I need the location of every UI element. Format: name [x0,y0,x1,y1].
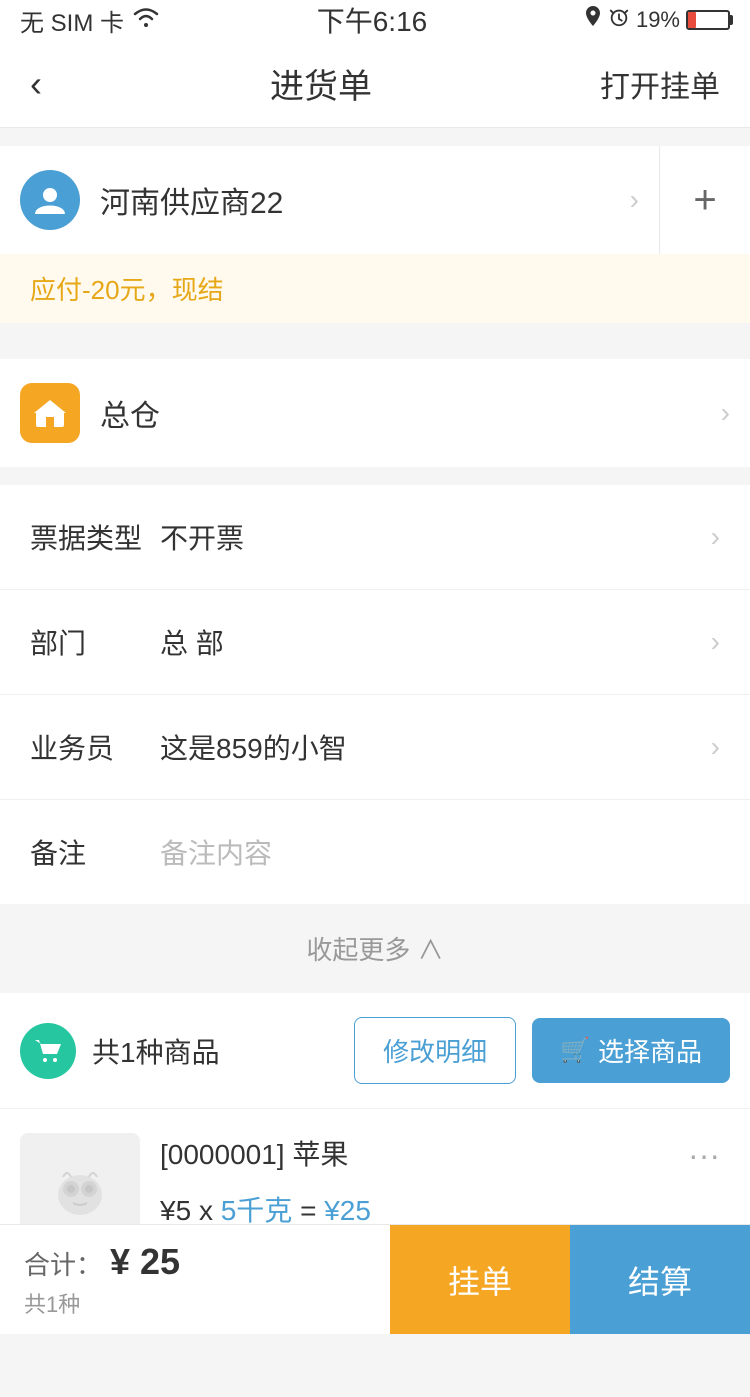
cart-icon [20,1023,76,1079]
status-time: 下午6:16 [317,0,428,40]
supplier-selector[interactable]: 河南供应商22 › [0,146,660,254]
warehouse-selector[interactable]: 总仓 › [0,359,750,467]
status-left: 无 SIM 卡 [20,3,160,38]
dept-label: 部门 [30,622,160,662]
section-gap-2 [0,323,750,341]
select-product-label: 选择商品 [598,1032,702,1069]
warehouse-icon [20,383,80,443]
invoice-type-row[interactable]: 票据类型 不开票 › [0,485,750,590]
salesperson-row[interactable]: 业务员 这是859的小智 › [0,695,750,800]
supplier-name: 河南供应商22 [100,178,620,222]
remark-row[interactable]: 备注 备注内容 [0,800,750,904]
main-content: 河南供应商22 › + 应付-20元，现结 总仓 › 票据类型 不开票 › 部门 [0,128,750,1397]
page-title: 进货单 [270,59,372,108]
remark-label: 备注 [30,832,160,872]
footer: 合计： ¥ 25 共1种 挂单 结算 [0,1224,750,1334]
select-product-button[interactable]: 🛒 选择商品 [532,1018,730,1083]
collapse-bar[interactable]: 收起更多 ∧ [0,906,750,991]
total-sub: 共1种 [24,1287,366,1319]
chevron-right-icon: › [630,184,639,216]
total-amount: ¥ 25 [110,1241,180,1283]
product-price-row: ¥5 x 5千克 = ¥25 [160,1189,678,1229]
product-name: [0000001] 苹果 [160,1133,678,1173]
product-total: ¥25 [324,1195,371,1226]
product-count: 共1种商品 [92,1031,354,1071]
total-label: 合计： [24,1245,102,1282]
total-row: 合计： ¥ 25 [24,1241,366,1283]
battery-label: 19% [636,7,680,33]
product-quantity: 5千克 [221,1195,293,1226]
footer-total: 合计： ¥ 25 共1种 [0,1225,390,1334]
notice-banner: 应付-20元，现结 [0,254,750,323]
product-code: [0000001] [160,1139,285,1170]
product-unit-price: ¥5 [160,1195,191,1226]
edit-detail-button[interactable]: 修改明细 [354,1017,516,1084]
sales-value: 这是859的小智 [160,727,701,767]
chevron-right-icon: › [711,626,720,658]
form-section: 票据类型 不开票 › 部门 总 部 › 业务员 这是859的小智 › 备注 备注… [0,485,750,904]
invoice-value: 不开票 [160,517,701,557]
section-gap-1 [0,128,750,146]
hang-button[interactable]: 挂单 [390,1225,570,1334]
open-hang-button[interactable]: 打开挂单 [600,62,720,106]
warehouse-name: 总仓 [100,391,711,435]
sales-label: 业务员 [30,727,160,767]
cart-small-icon: 🛒 [560,1036,590,1065]
add-supplier-button[interactable]: + [660,146,750,254]
product-thumb-owl-icon [45,1155,115,1232]
department-row[interactable]: 部门 总 部 › [0,590,750,695]
checkout-button[interactable]: 结算 [570,1225,750,1334]
alarm-icon [608,6,630,34]
chevron-right-icon: › [711,521,720,553]
battery-icon [686,10,730,30]
supplier-section: 河南供应商22 › + [0,146,750,254]
nav-bar: ‹ 进货单 打开挂单 [0,40,750,128]
dept-value: 总 部 [160,622,701,662]
wifi-icon [132,6,160,34]
status-bar: 无 SIM 卡 下午6:16 19% [0,0,750,40]
product-more-button[interactable]: ··· [678,1133,730,1178]
product-info: [0000001] 苹果 ¥5 x 5千克 = ¥25 [160,1133,678,1229]
location-icon [584,6,602,34]
product-header: 共1种商品 修改明细 🛒 选择商品 [0,993,750,1109]
chevron-right-icon: › [721,397,730,429]
product-title: 苹果 [292,1139,348,1170]
status-right: 19% [584,6,730,34]
price-separator: x [199,1195,221,1226]
carrier-label: 无 SIM 卡 [20,3,124,38]
invoice-label: 票据类型 [30,517,160,557]
equals-sign: = [300,1195,324,1226]
remark-input[interactable]: 备注内容 [160,832,720,872]
back-button[interactable]: ‹ [30,63,42,105]
chevron-right-icon: › [711,731,720,763]
supplier-avatar [20,170,80,230]
